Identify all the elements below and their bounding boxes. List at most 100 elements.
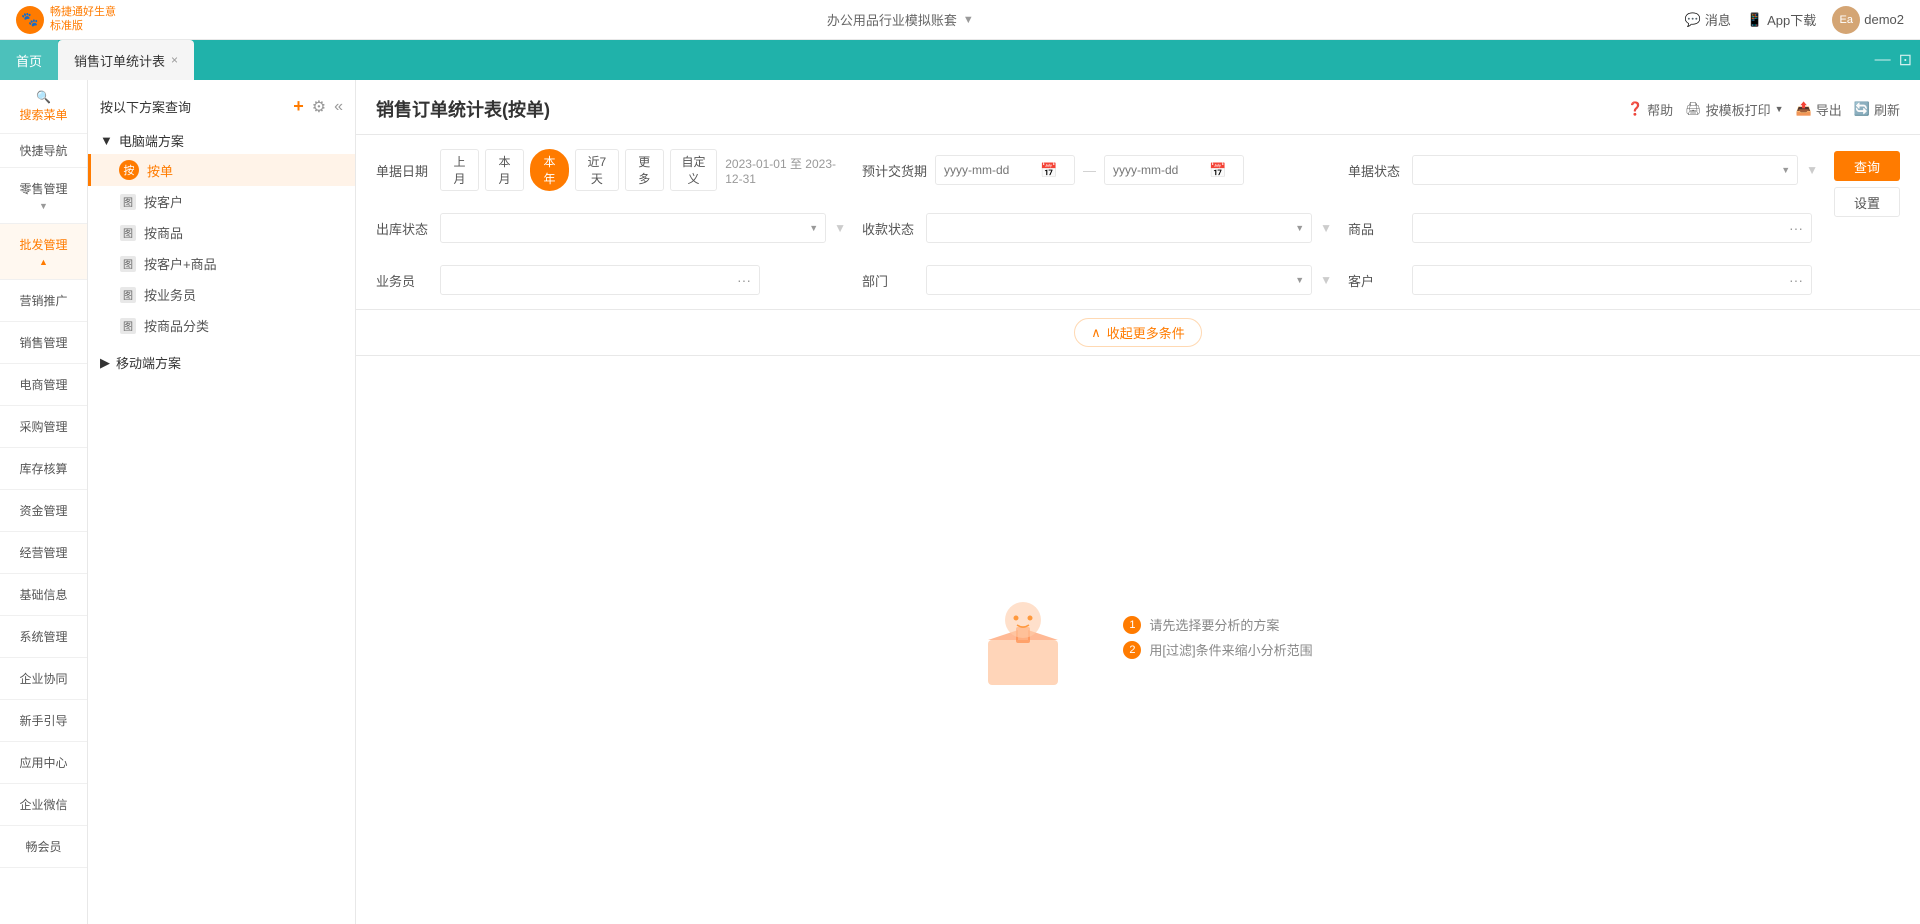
goods-dots-icon[interactable]: ··· [1789, 220, 1803, 236]
sidebar-item-purchase[interactable]: 采购管理 [0, 406, 87, 448]
hint-num-1: 1 [1123, 616, 1141, 634]
active-tab-label: 销售订单统计表 [74, 51, 165, 70]
bill-status-select[interactable] [1412, 155, 1798, 185]
hint-text-1: 请先选择要分析的方案 [1149, 615, 1279, 634]
sidebar-item-marketing[interactable]: 营销推广 [0, 280, 87, 322]
department-select[interactable] [926, 265, 1312, 295]
sidebar-item-wechat[interactable]: 企业微信 [0, 784, 87, 826]
salesperson-field: ··· [440, 265, 760, 295]
refresh-icon: 🔄 [1854, 101, 1870, 117]
home-tab-label: 首页 [16, 51, 42, 70]
logo-area: 🐾 畅捷通好生意 标准版 [16, 6, 116, 34]
sidebar-nav[interactable]: 快捷导航 [0, 134, 87, 168]
sidebar-item-member[interactable]: 畅会员 [0, 826, 87, 868]
user-menu[interactable]: Ea demo2 [1832, 6, 1904, 34]
sidebar-item-basic[interactable]: 基础信息 [0, 574, 87, 616]
collapse-label: 收起更多条件 [1107, 323, 1185, 342]
tab-sales-stats[interactable]: 销售订单统计表 × [58, 40, 194, 80]
scheme-item-by-order[interactable]: 按 按单 [88, 154, 355, 186]
salesperson-input[interactable] [449, 273, 733, 287]
customer-input[interactable] [1421, 273, 1785, 287]
scheme-item-label: 按客户 [144, 192, 183, 211]
sidebar: 🔍 搜索菜单 快捷导航 零售管理 ▼ 批发管理 ▲ 营销推广 销售管理 电商管理… [0, 80, 88, 924]
template-print-btn[interactable]: 🖨 按模板打印 ▼ [1685, 100, 1783, 119]
expand-icon: ▲ [39, 257, 48, 267]
payment-status-label: 收款状态 [862, 219, 918, 238]
scheme-item-icon-goods: 图 [120, 225, 136, 241]
help-icon: ❓ [1627, 101, 1643, 117]
tab-maximize-btn[interactable]: ⊡ [1899, 50, 1912, 70]
sidebar-item-label: 经营管理 [19, 544, 67, 561]
scheme-item-by-goods[interactable]: 图 按商品 [88, 217, 355, 248]
filter-settings-btn[interactable]: 设置 [1834, 187, 1900, 217]
date-btn-7days[interactable]: 近7天 [575, 149, 619, 191]
sidebar-item-finance[interactable]: 资金管理 [0, 490, 87, 532]
salesperson-dots-icon[interactable]: ··· [737, 272, 751, 288]
date-btn-more[interactable]: 更多 [625, 149, 664, 191]
sidebar-item-sales[interactable]: 销售管理 [0, 322, 87, 364]
scheme-item-by-customer-goods[interactable]: 图 按客户+商品 [88, 248, 355, 279]
sidebar-item-ecommerce[interactable]: 电商管理 [0, 364, 87, 406]
scheme-item-by-category[interactable]: 图 按商品分类 [88, 310, 355, 341]
scheme-item-icon-cat: 图 [120, 318, 136, 334]
main-layout: 🔍 搜索菜单 快捷导航 零售管理 ▼ 批发管理 ▲ 营销推广 销售管理 电商管理… [0, 80, 1920, 924]
sidebar-item-wholesale[interactable]: 批发管理 ▲ [0, 224, 87, 280]
refresh-btn[interactable]: 🔄 刷新 [1854, 100, 1900, 119]
customer-dots-icon[interactable]: ··· [1789, 272, 1803, 288]
expected-delivery-from[interactable]: 📅 [935, 155, 1075, 185]
scheme-add-btn[interactable]: + [293, 96, 304, 117]
scheme-item-by-salesperson[interactable]: 图 按业务员 [88, 279, 355, 310]
app-download-btn[interactable]: 📱 App下载 [1747, 10, 1816, 29]
scheme-category-pc[interactable]: ▼ 电脑端方案 [88, 127, 355, 154]
page-actions: ❓ 帮助 🖨 按模板打印 ▼ 📤 导出 🔄 刷新 [1627, 100, 1900, 119]
empty-hints: 1 请先选择要分析的方案 2 用[过滤]条件来缩小分析范围 [1123, 615, 1312, 665]
company-selector[interactable]: 办公用品行业模拟账套 ▼ [827, 10, 974, 29]
scheme-item-by-customer[interactable]: 图 按客户 [88, 186, 355, 217]
scheme-item-label: 按单 [147, 161, 173, 180]
scheme-item-label: 按业务员 [144, 285, 196, 304]
query-btn[interactable]: 查询 [1834, 151, 1900, 181]
scheme-settings-icon[interactable]: ⚙ [312, 97, 326, 117]
nav-label: 快捷导航 [19, 144, 67, 158]
scheme-category-mobile[interactable]: ▶ 移动端方案 [88, 349, 355, 376]
category-arrow: ▼ [100, 133, 113, 148]
hint-text-2: 用[过滤]条件来缩小分析范围 [1149, 640, 1312, 659]
expected-delivery-from-input[interactable] [944, 163, 1034, 177]
sidebar-item-newbie[interactable]: 新手引导 [0, 700, 87, 742]
sidebar-item-retail[interactable]: 零售管理 ▼ [0, 168, 87, 224]
sidebar-item-label: 零售管理 [19, 180, 67, 197]
shipping-status-select[interactable] [440, 213, 826, 243]
sidebar-item-inventory[interactable]: 库存核算 [0, 448, 87, 490]
sidebar-item-app[interactable]: 应用中心 [0, 742, 87, 784]
date-btn-this-month[interactable]: 本月 [485, 149, 524, 191]
tab-close-btn[interactable]: × [171, 53, 178, 67]
tab-bar-actions: — ⊡ [1875, 50, 1920, 70]
date-btn-this-year[interactable]: 本年 [530, 149, 569, 191]
bill-status-expand-icon: ▼ [1806, 163, 1818, 177]
shipping-dropdown-icon: ▼ [834, 221, 846, 235]
tab-bar: 首页 销售订单统计表 × — ⊡ [0, 40, 1920, 80]
export-btn[interactable]: 📤 导出 [1796, 100, 1842, 119]
scheme-collapse-icon[interactable]: « [334, 98, 343, 116]
scheme-item-label: 按商品 [144, 223, 183, 242]
sidebar-item-operation[interactable]: 经营管理 [0, 532, 87, 574]
goods-input[interactable] [1421, 221, 1785, 235]
sidebar-item-system[interactable]: 系统管理 [0, 616, 87, 658]
date-btn-group: 上月 本月 本年 近7天 更多 自定义 [440, 149, 717, 191]
date-btn-custom[interactable]: 自定义 [670, 149, 718, 191]
print-icon: 🖨 [1685, 101, 1702, 117]
help-btn[interactable]: ❓ 帮助 [1627, 100, 1673, 119]
sidebar-search[interactable]: 🔍 搜索菜单 [0, 80, 87, 134]
sidebar-item-enterprise[interactable]: 企业协同 [0, 658, 87, 700]
dept-dropdown-icon: ▼ [1320, 273, 1332, 287]
expected-delivery-to[interactable]: 📅 [1104, 155, 1244, 185]
shipping-status-select-wrap [440, 213, 826, 243]
logo-icon: 🐾 [16, 6, 44, 34]
tab-minimize-btn[interactable]: — [1875, 51, 1891, 69]
tab-home[interactable]: 首页 [0, 40, 58, 80]
payment-status-select[interactable] [926, 213, 1312, 243]
date-btn-last-month[interactable]: 上月 [440, 149, 479, 191]
collapse-btn[interactable]: ∧ 收起更多条件 [1074, 318, 1202, 347]
message-btn[interactable]: 💬 消息 [1685, 10, 1731, 29]
expected-delivery-to-input[interactable] [1113, 163, 1203, 177]
